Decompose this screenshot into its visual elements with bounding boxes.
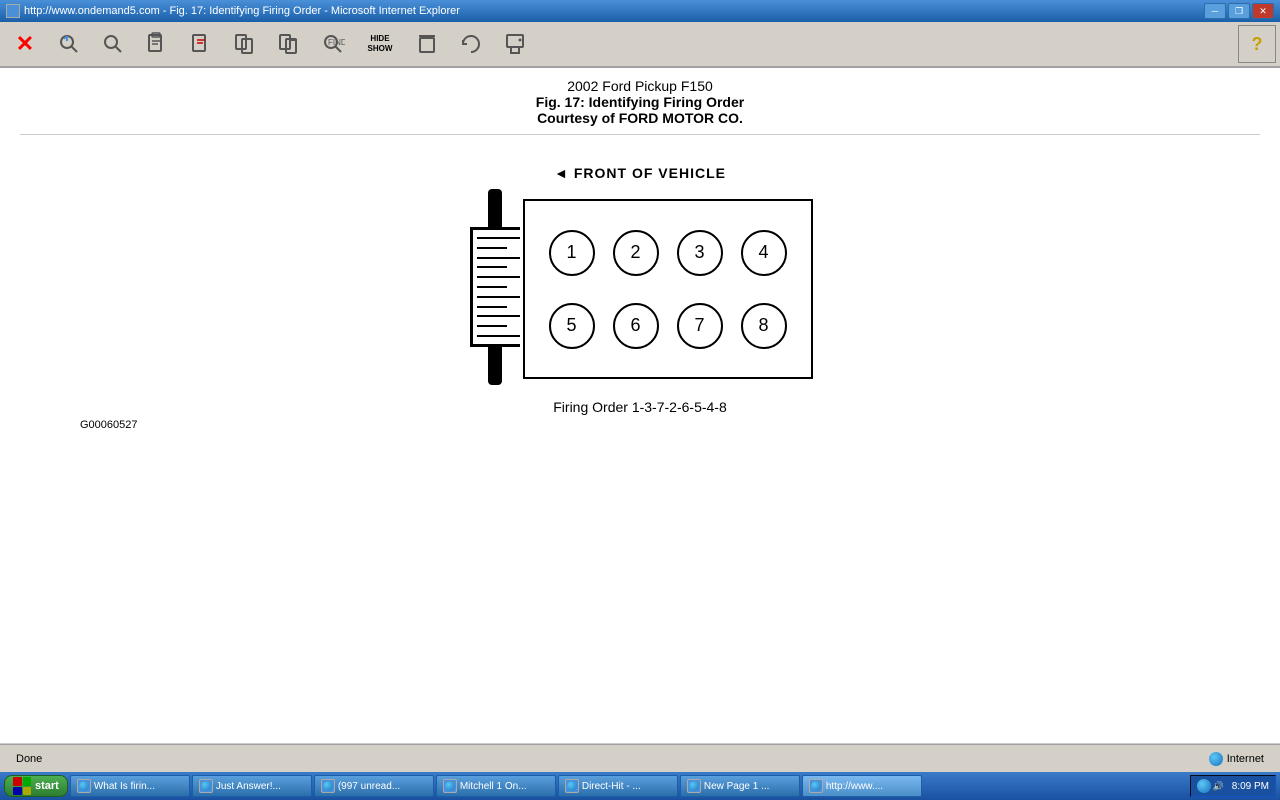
engine-block: 1 2 3 4 5 6 7 8: [523, 199, 813, 379]
svg-text:FIND: FIND: [328, 38, 345, 47]
taskbar-icon-2: [321, 779, 335, 793]
taskbar-item-0[interactable]: What Is firin...: [70, 775, 190, 797]
taskbar-item-3[interactable]: Mitchell 1 On...: [436, 775, 556, 797]
toolbar-btn-11[interactable]: [450, 25, 492, 63]
taskbar-label-2: (997 unread...: [338, 781, 400, 792]
status-zone-text: Internet: [1227, 753, 1264, 765]
start-button[interactable]: start: [4, 775, 68, 797]
taskbar-item-2[interactable]: (997 unread...: [314, 775, 434, 797]
taskbar-icon-3: [443, 779, 457, 793]
cylinder-5: 5: [549, 303, 595, 349]
win-pane-yellow: [23, 787, 32, 796]
toolbar-btn-7[interactable]: [268, 25, 310, 63]
front-label-text: FRONT OF VEHICLE: [574, 165, 726, 181]
close-button[interactable]: ✕: [1252, 3, 1274, 19]
app-icon: [6, 4, 20, 18]
window-controls: ─ ❐ ✕: [1204, 3, 1274, 19]
cylinder-1: 1: [549, 230, 595, 276]
ie-icon-1: [201, 781, 211, 791]
taskbar-icon-0: [77, 779, 91, 793]
help-button[interactable]: ?: [1238, 25, 1276, 63]
win-pane-blue: [13, 787, 22, 796]
clock: 8:09 PM: [1226, 781, 1269, 792]
front-label: ◄ FRONT OF VEHICLE: [554, 165, 726, 181]
taskbar-item-6[interactable]: http://www....: [802, 775, 922, 797]
ie-icon-6: [811, 781, 821, 791]
taskbar-icon-6: [809, 779, 823, 793]
taskbar-item-4[interactable]: Direct-Hit - ...: [558, 775, 678, 797]
restore-button[interactable]: ❐: [1228, 3, 1250, 19]
taskbar-icon-5: [687, 779, 701, 793]
tray-icons: 🔊: [1213, 781, 1224, 792]
toolbar-btn-5[interactable]: [180, 25, 222, 63]
cylinder-4: 4: [741, 230, 787, 276]
toolbar-btn-4[interactable]: [136, 25, 178, 63]
main-title: 2002 Ford Pickup F150: [20, 78, 1260, 94]
hide-show-button[interactable]: HIDESHOW: [356, 25, 404, 63]
firing-order-text: Firing Order 1-3-7-2-6-5-4-8: [553, 399, 727, 415]
taskbar-item-1[interactable]: Just Answer!...: [192, 775, 312, 797]
taskbar-item-5[interactable]: New Page 1 ...: [680, 775, 800, 797]
cylinder-6: 6: [613, 303, 659, 349]
toolbar: ✕ FIND HIDESHOW ?: [0, 22, 1280, 68]
arrow-icon: ◄: [554, 165, 568, 181]
taskbar-label-1: Just Answer!...: [216, 781, 281, 792]
diagram-area: ◄ FRONT OF VEHICLE: [20, 165, 1260, 431]
start-label: start: [35, 780, 59, 792]
taskbar-label-6: http://www....: [826, 781, 883, 792]
cylinder-2: 2: [613, 230, 659, 276]
taskbar-label-0: What Is firin...: [94, 781, 155, 792]
courtesy-text: Courtesy of FORD MOTOR CO.: [20, 110, 1260, 126]
internet-icon: [1209, 752, 1223, 766]
cylinder-8: 8: [741, 303, 787, 349]
toolbar-btn-12[interactable]: [494, 25, 536, 63]
cylinder-7: 7: [677, 303, 723, 349]
ie-icon-0: [79, 781, 89, 791]
taskbar-label-5: New Page 1 ...: [704, 781, 770, 792]
crank-middle: [470, 227, 520, 347]
toolbar-btn-6[interactable]: [224, 25, 266, 63]
status-done-text: Done: [16, 753, 42, 765]
win-pane-green: [23, 777, 32, 786]
status-internet: Internet: [1193, 752, 1280, 766]
minimize-button[interactable]: ─: [1204, 3, 1226, 19]
engine-diagram: 1 2 3 4 5 6 7 8: [468, 189, 813, 389]
taskbar-icon-1: [199, 779, 213, 793]
win-pane-red: [13, 777, 22, 786]
taskbar-label-4: Direct-Hit - ...: [582, 781, 641, 792]
close-x-button[interactable]: ✕: [4, 25, 46, 63]
taskbar: start What Is firin... Just Answer!... (…: [0, 772, 1280, 800]
left-assembly: [468, 189, 523, 389]
title-bar: http://www.ondemand5.com - Fig. 17: Iden…: [0, 0, 1280, 22]
status-done: Done: [0, 753, 58, 765]
ie-icon-2: [323, 781, 333, 791]
tick-area: [473, 230, 520, 344]
toolbar-btn-2[interactable]: [48, 25, 90, 63]
cylinder-3: 3: [677, 230, 723, 276]
sub-title: Fig. 17: Identifying Firing Order: [20, 94, 1260, 110]
main-content: 2002 Ford Pickup F150 Fig. 17: Identifyi…: [0, 68, 1280, 744]
windows-icon: [13, 777, 31, 795]
crank-top-bar: [488, 189, 502, 227]
ie-icon-3: [445, 781, 455, 791]
system-tray: 🔊 8:09 PM: [1190, 775, 1276, 797]
tray-ie-icon: [1197, 779, 1211, 793]
page-header: 2002 Ford Pickup F150 Fig. 17: Identifyi…: [20, 78, 1260, 135]
toolbar-btn-3[interactable]: [92, 25, 134, 63]
taskbar-label-3: Mitchell 1 On...: [460, 781, 527, 792]
toolbar-btn-10[interactable]: [406, 25, 448, 63]
ie-icon-5: [689, 781, 699, 791]
crank-bottom-bar: [488, 347, 502, 385]
toolbar-btn-8[interactable]: FIND: [312, 25, 354, 63]
ie-icon-4: [567, 781, 577, 791]
status-bar: Done Internet: [0, 744, 1280, 772]
window-title: http://www.ondemand5.com - Fig. 17: Iden…: [24, 5, 1204, 17]
taskbar-icon-4: [565, 779, 579, 793]
diagram-code: G00060527: [80, 419, 138, 431]
